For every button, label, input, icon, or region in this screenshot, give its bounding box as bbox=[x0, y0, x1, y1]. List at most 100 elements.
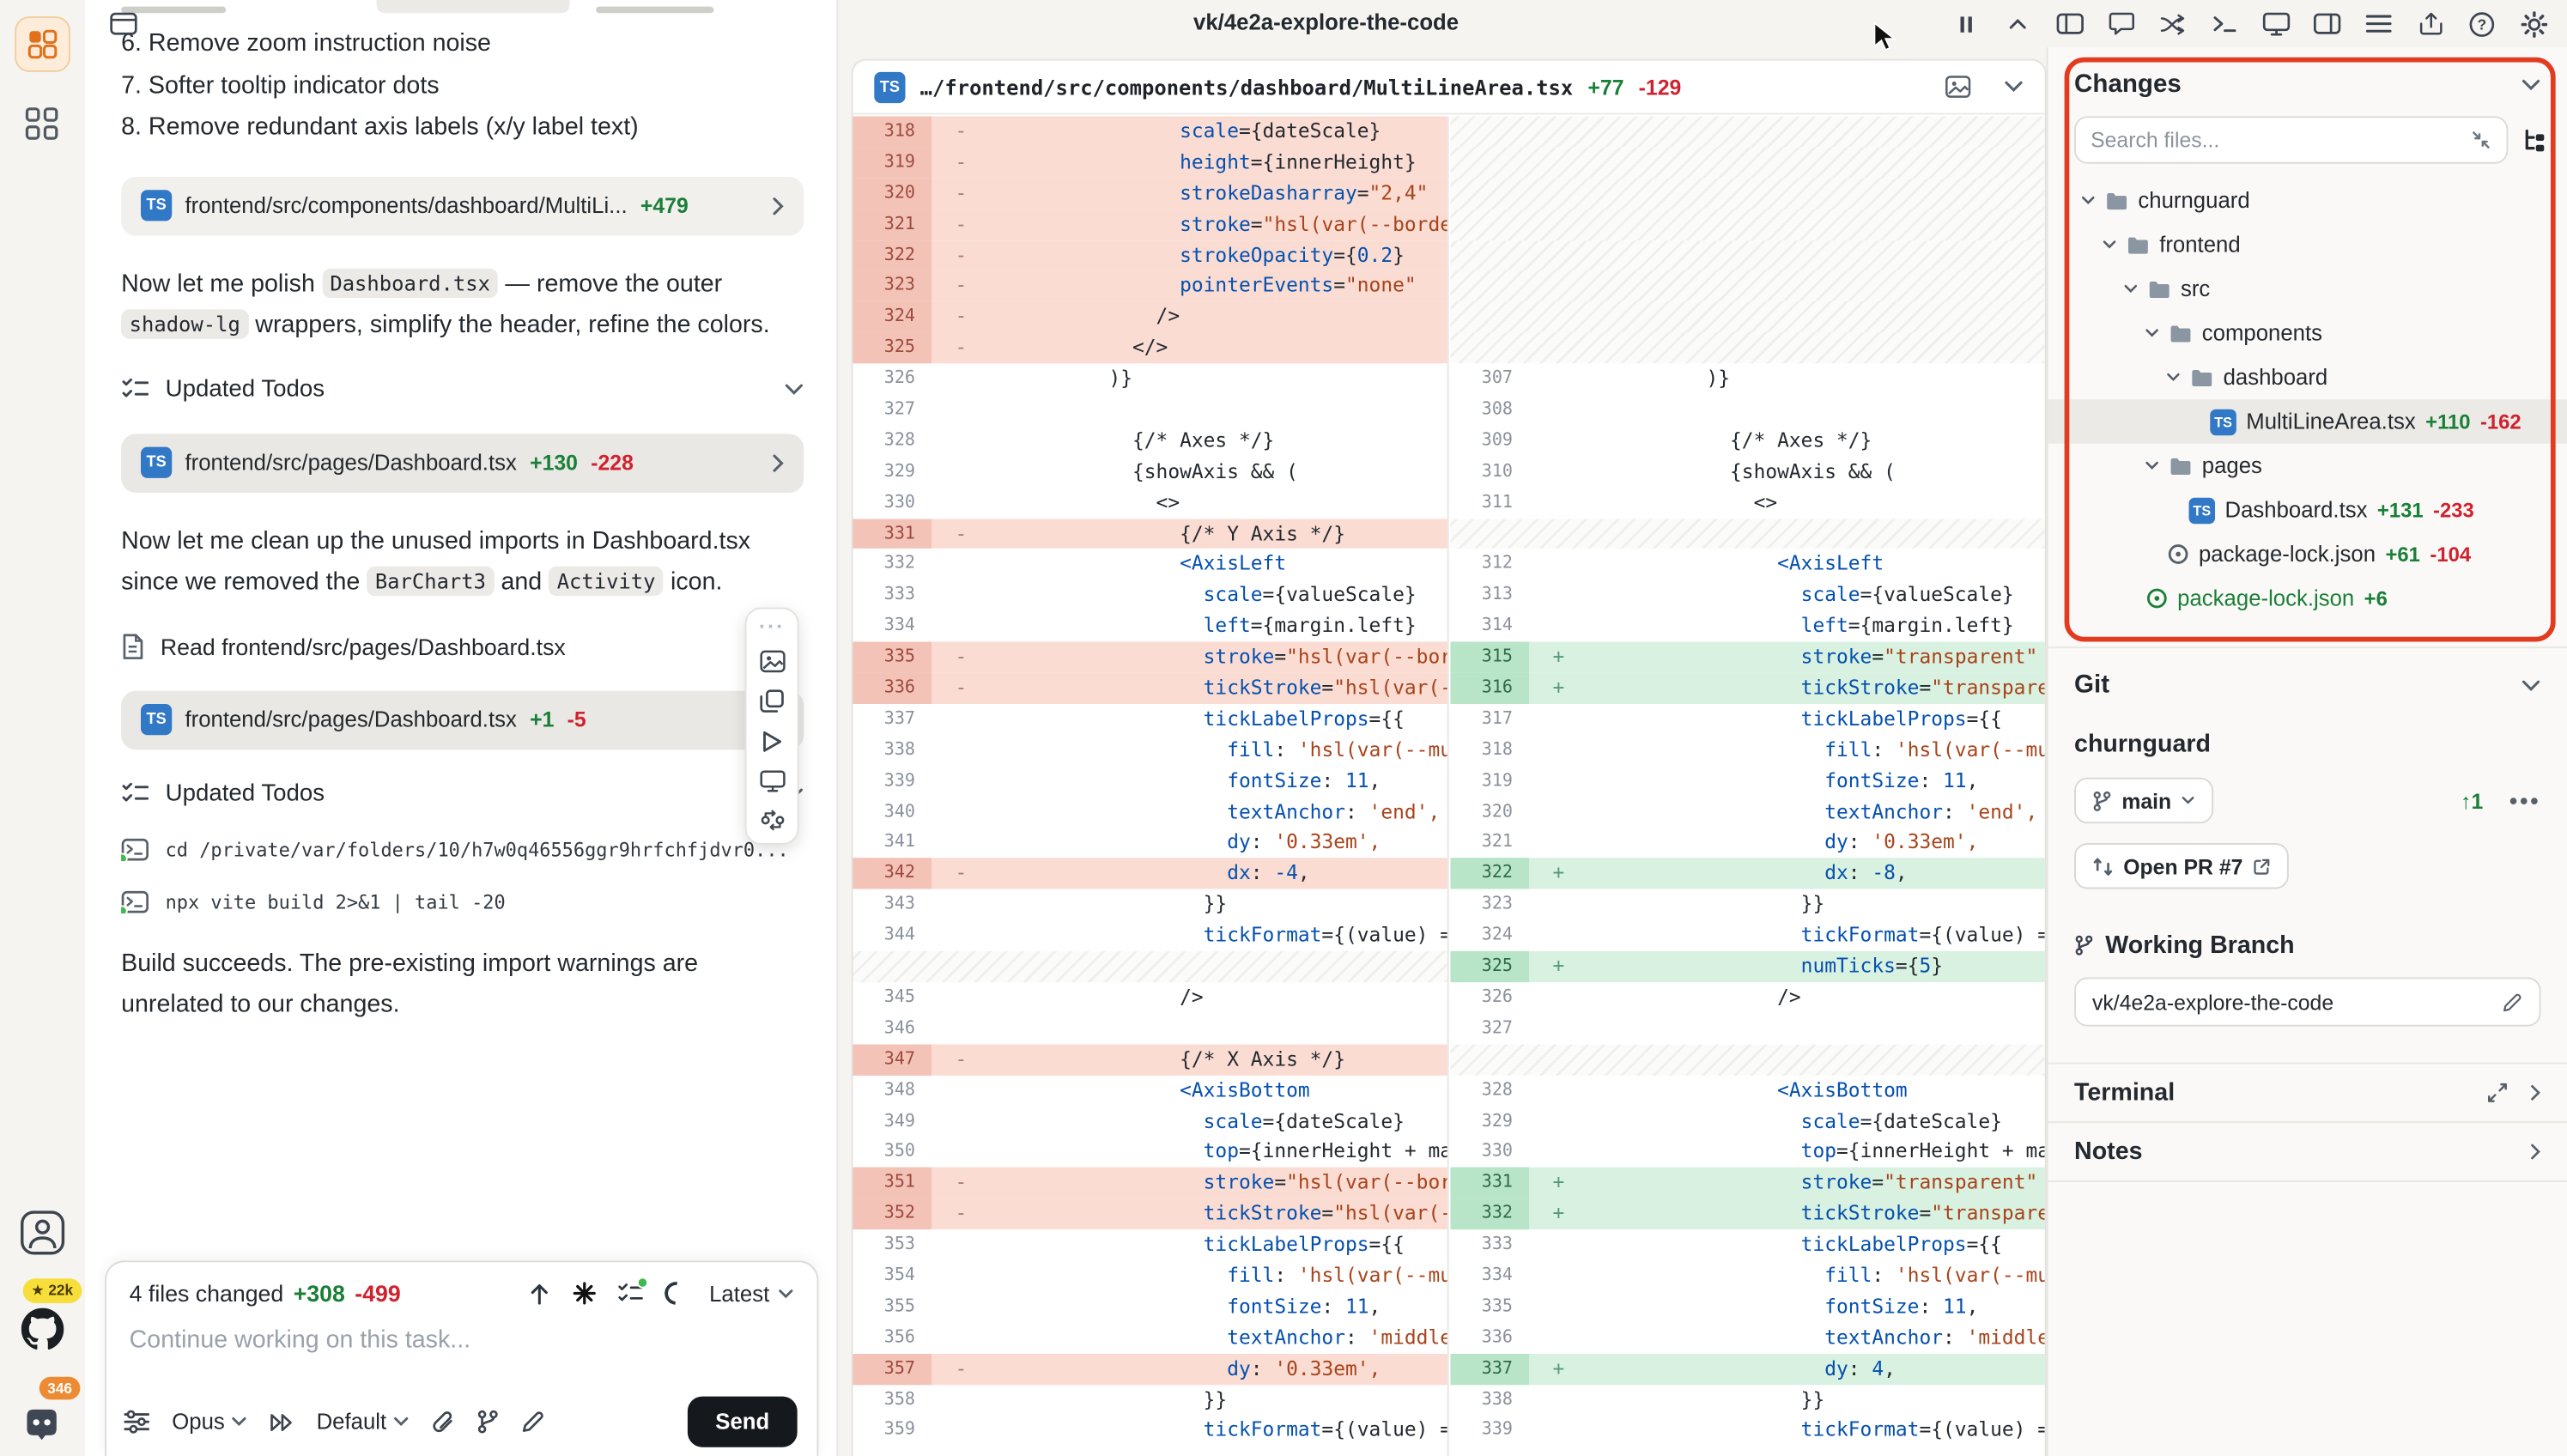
fast-forward-icon[interactable] bbox=[269, 1412, 295, 1432]
tree-folder-pages[interactable]: pages bbox=[2048, 444, 2567, 488]
file-change-card[interactable]: TS frontend/src/components/dashboard/Mul… bbox=[121, 176, 804, 235]
menu-icon[interactable] bbox=[2365, 9, 2393, 37]
terminal-section-header[interactable]: Terminal bbox=[2048, 1064, 2567, 1121]
search-input[interactable] bbox=[2091, 128, 2461, 153]
diff-line: 352- tickStroke="hsl(var(--border))" bbox=[853, 1198, 1447, 1229]
changes-section-header[interactable]: Changes bbox=[2048, 47, 2567, 116]
chat-bubble-icon[interactable] bbox=[2107, 9, 2134, 37]
diff-body: 318- scale={dateScale}319- height={inner… bbox=[853, 116, 2044, 1456]
added-count: +61 bbox=[2385, 543, 2419, 566]
tree-view-icon[interactable] bbox=[2521, 127, 2548, 154]
chevron-down-icon bbox=[2081, 195, 2096, 206]
diff-line: 329 {showAxis && ( bbox=[853, 457, 1447, 488]
tree-folder-components[interactable]: components bbox=[2048, 311, 2567, 355]
inline-code: BarChart3 bbox=[367, 567, 494, 596]
pause-icon[interactable] bbox=[1952, 9, 1980, 37]
screenshot-icon[interactable] bbox=[759, 650, 786, 673]
open-pr-label: Open PR #7 bbox=[2123, 853, 2242, 878]
settings-gear-icon[interactable] bbox=[2520, 9, 2547, 37]
tree-file-package-lock[interactable]: package-lock.json +61 -104 bbox=[2048, 532, 2567, 576]
tree-folder-dashboard[interactable]: dashboard bbox=[2048, 355, 2567, 399]
chevron-right-icon bbox=[771, 196, 784, 215]
todos-status-icon[interactable] bbox=[617, 1282, 644, 1305]
monitor-icon[interactable] bbox=[759, 769, 786, 792]
git-section-header[interactable]: Git bbox=[2048, 648, 2567, 717]
terminal-command-row[interactable]: cd /private/var/folders/10/h7w0q46556ggr… bbox=[121, 837, 804, 860]
read-file-row[interactable]: Read frontend/src/pages/Dashboard.tsx bbox=[121, 633, 804, 659]
added-count: +479 bbox=[640, 193, 689, 218]
edit-pencil-icon[interactable] bbox=[2502, 992, 2523, 1013]
tree-file-multilinearea[interactable]: TS MultiLineArea.tsx +110 -162 bbox=[2048, 399, 2567, 443]
expand-icon[interactable] bbox=[2487, 1082, 2509, 1103]
updated-todos-row[interactable]: Updated Todos bbox=[121, 780, 804, 807]
arrow-up-icon[interactable] bbox=[527, 1281, 552, 1306]
diff-line: 354 fill: 'hsl(var(--muted-foreground))'… bbox=[853, 1260, 1447, 1291]
panel-left-icon[interactable] bbox=[2055, 9, 2083, 37]
ts-file-icon: TS bbox=[141, 704, 172, 735]
terminal-icon[interactable] bbox=[2210, 9, 2237, 37]
branch-icon[interactable] bbox=[476, 1410, 500, 1435]
discord-count-badge: 346 bbox=[39, 1377, 81, 1400]
diff-right-column: 307 )}308309 {/* Axes */}310 {showAxis &… bbox=[1451, 116, 2045, 1456]
tree-label: Dashboard.tsx bbox=[2224, 498, 2367, 523]
external-link-icon bbox=[2253, 857, 2271, 875]
more-menu-icon[interactable]: ••• bbox=[2509, 787, 2541, 814]
text-segment: — remove the outer bbox=[498, 270, 722, 297]
file-change-card[interactable]: TS frontend/src/pages/Dashboard.tsx +1 -… bbox=[121, 690, 804, 749]
copy-icon[interactable] bbox=[760, 689, 785, 714]
branch-selector[interactable]: main bbox=[2074, 778, 2214, 823]
more-dots-icon[interactable]: ··· bbox=[759, 621, 786, 634]
changes-title: Changes bbox=[2074, 70, 2182, 100]
shuffle-icon[interactable] bbox=[2158, 9, 2186, 37]
pen-icon[interactable] bbox=[521, 1410, 546, 1435]
github-icon[interactable] bbox=[21, 1308, 64, 1351]
monitor-icon[interactable] bbox=[2261, 9, 2289, 37]
panel-right-icon[interactable] bbox=[2313, 9, 2340, 37]
terminal-command-row[interactable]: npx vite build 2>&1 | tail -20 bbox=[121, 889, 804, 913]
diff-line: 342- dx: -4, bbox=[853, 858, 1447, 889]
account-icon[interactable] bbox=[20, 1210, 65, 1255]
share-icon[interactable] bbox=[2417, 9, 2444, 37]
tree-label: src bbox=[2181, 276, 2210, 301]
tree-folder-churnguard[interactable]: churnguard bbox=[2048, 179, 2567, 222]
diff-line: 335 fontSize: 11, bbox=[1451, 1291, 2045, 1322]
rich-diff-icon[interactable] bbox=[1945, 76, 1971, 99]
collapse-icon[interactable] bbox=[2471, 130, 2492, 151]
diff-line: 357- dy: '0.33em', bbox=[853, 1353, 1447, 1384]
diff-line: 308 bbox=[1451, 395, 2045, 426]
apps-grid-icon[interactable] bbox=[25, 106, 59, 141]
model-dropdown[interactable]: Opus bbox=[172, 1410, 247, 1435]
notes-section-header[interactable]: Notes bbox=[2048, 1123, 2567, 1180]
diff-line: 320- strokeDasharray="2,4" bbox=[853, 178, 1447, 209]
diff-line: 307 )} bbox=[1451, 364, 2045, 395]
updated-todos-row[interactable]: Updated Todos bbox=[121, 376, 804, 403]
diff-line: 312 <AxisLeft bbox=[1451, 549, 2045, 580]
star-burst-icon[interactable] bbox=[573, 1282, 597, 1305]
version-dropdown[interactable]: Latest bbox=[709, 1281, 794, 1306]
tree-file-dashboard-tsx[interactable]: TS Dashboard.tsx +131 -233 bbox=[2048, 488, 2567, 531]
diff-line bbox=[853, 951, 1447, 982]
collapse-up-icon[interactable] bbox=[2004, 9, 2031, 37]
git-compare-icon[interactable] bbox=[759, 809, 786, 832]
diff-line: 332 <AxisLeft bbox=[853, 549, 1447, 580]
discord-icon[interactable] bbox=[20, 1404, 64, 1444]
chevron-down-icon[interactable] bbox=[2004, 80, 2024, 93]
open-pr-button[interactable]: Open PR #7 bbox=[2074, 843, 2289, 889]
removed-count: -233 bbox=[2433, 499, 2474, 522]
mode-dropdown[interactable]: Default bbox=[317, 1410, 410, 1435]
play-icon[interactable] bbox=[762, 730, 783, 753]
diff-line: 355 fontSize: 11, bbox=[853, 1291, 1447, 1322]
working-branch-field[interactable]: vk/4e2a-explore-the-code bbox=[2074, 977, 2540, 1026]
window-stack-icon[interactable] bbox=[110, 11, 137, 36]
tree-folder-frontend[interactable]: frontend bbox=[2048, 222, 2567, 266]
attach-icon[interactable] bbox=[431, 1409, 456, 1435]
sliders-icon[interactable] bbox=[123, 1410, 150, 1435]
diff-line bbox=[1451, 209, 2045, 240]
send-button[interactable]: Send bbox=[688, 1397, 798, 1447]
text-segment: icon. bbox=[664, 567, 722, 595]
help-icon[interactable]: ? bbox=[2468, 9, 2496, 37]
chat-input[interactable] bbox=[130, 1326, 794, 1354]
tree-file-package-lock-new[interactable]: package-lock.json +6 bbox=[2048, 576, 2567, 620]
tree-folder-src[interactable]: src bbox=[2048, 267, 2567, 311]
file-change-card[interactable]: TS frontend/src/pages/Dashboard.tsx +130… bbox=[121, 433, 804, 492]
